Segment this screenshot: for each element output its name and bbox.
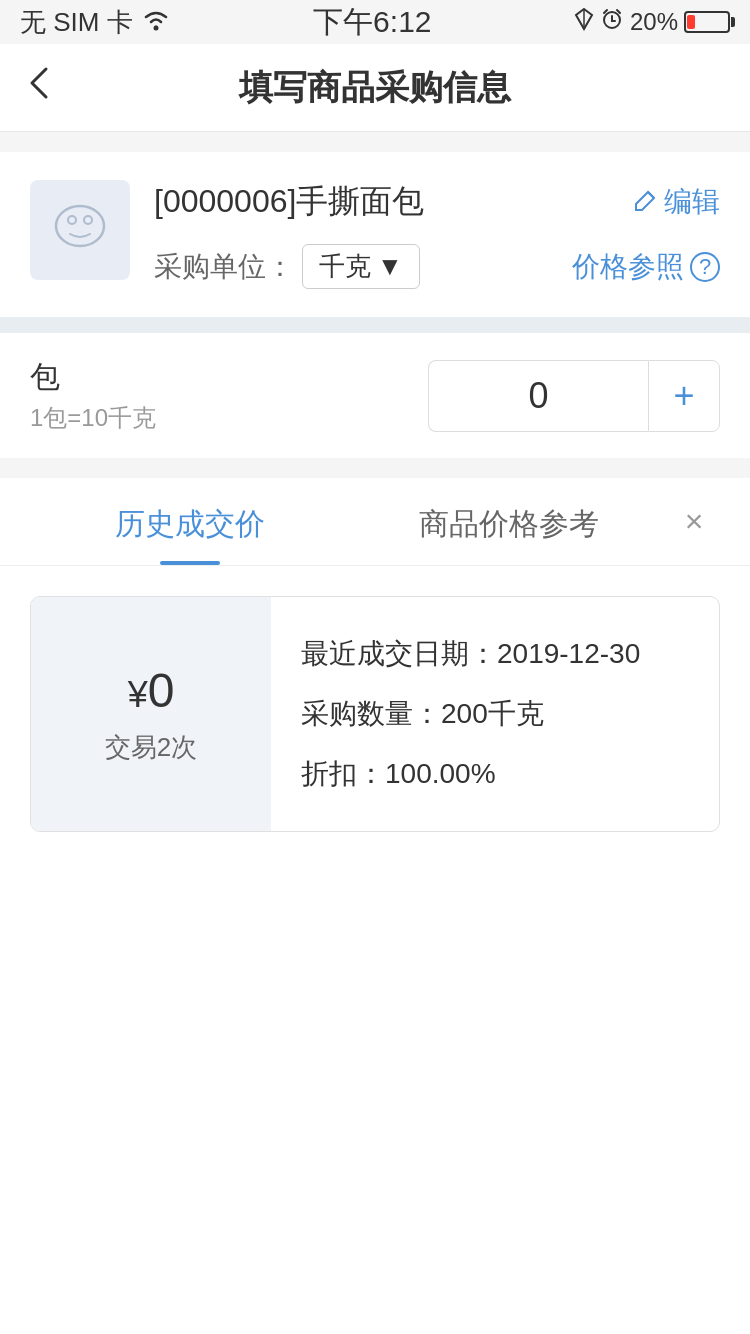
tab-content: ¥0 交易2次 最近成交日期：2019-12-30 采购数量：200千克 折扣：… [0, 566, 750, 862]
purchase-qty-row: 采购数量：200千克 [301, 693, 689, 735]
history-price: ¥0 [128, 663, 175, 718]
bottom-space [0, 862, 750, 1334]
quantity-input-block: + [428, 360, 720, 432]
history-trades: 交易2次 [105, 730, 197, 765]
product-info: [0000006]手撕面包 编辑 采购单位： 千克 ▼ 价格参照 ? [154, 180, 720, 289]
discount-label: 折扣： [301, 758, 385, 789]
page-title: 填写商品采购信息 [239, 65, 511, 111]
location-icon [574, 7, 594, 37]
back-button[interactable] [28, 65, 50, 110]
recent-date-row: 最近成交日期：2019-12-30 [301, 633, 689, 675]
unit-value: 千克 [319, 249, 371, 284]
history-card: ¥0 交易2次 最近成交日期：2019-12-30 采购数量：200千克 折扣：… [30, 596, 720, 832]
tabs-section: 历史成交价 商品价格参考 × ¥0 交易2次 最近成交日期：2019-12-30… [0, 478, 750, 862]
tabs-header: 历史成交价 商品价格参考 × [0, 478, 750, 566]
price-value: 0 [148, 664, 175, 717]
battery-fill [687, 15, 695, 29]
recent-date-value: 2019-12-30 [497, 638, 640, 669]
help-icon: ? [690, 252, 720, 282]
price-ref-label: 价格参照 [572, 248, 684, 286]
svg-point-3 [68, 216, 76, 224]
discount-value: 100.00% [385, 758, 496, 789]
wifi-icon [141, 7, 171, 38]
quantity-row: 包 1包=10千克 + [0, 333, 750, 458]
svg-point-0 [153, 25, 158, 30]
quantity-unit: 包 [30, 357, 156, 398]
purchase-qty-label: 采购数量： [301, 698, 441, 729]
status-right: 20% [574, 7, 730, 37]
svg-point-4 [84, 216, 92, 224]
status-left: 无 SIM 卡 [20, 5, 171, 40]
tab-price-reference[interactable]: 商品价格参考 [349, 478, 668, 565]
quantity-input[interactable] [428, 360, 648, 432]
purchase-unit-label: 采购单位： [154, 248, 294, 286]
edit-label: 编辑 [664, 183, 720, 221]
product-name: [0000006]手撕面包 [154, 180, 424, 224]
history-card-right: 最近成交日期：2019-12-30 采购数量：200千克 折扣：100.00% [271, 597, 719, 831]
price-symbol: ¥ [128, 674, 148, 715]
status-bar: 无 SIM 卡 下午6:12 20% [0, 0, 750, 44]
product-thumb-icon [50, 196, 110, 265]
quantity-plus-button[interactable]: + [648, 360, 720, 432]
price-ref-button[interactable]: 价格参照 ? [572, 248, 720, 286]
discount-row: 折扣：100.00% [301, 753, 689, 795]
quantity-label-block: 包 1包=10千克 [30, 357, 156, 434]
unit-dropdown-arrow: ▼ [377, 251, 403, 282]
product-card: [0000006]手撕面包 编辑 采购单位： 千克 ▼ 价格参照 ? [0, 152, 750, 317]
tab-history-price[interactable]: 历史成交价 [30, 478, 349, 565]
product-top-row: [0000006]手撕面包 编辑 [154, 180, 720, 224]
edit-icon [632, 188, 660, 216]
tabs-close-button[interactable]: × [668, 496, 720, 548]
alarm-icon [600, 7, 624, 37]
battery-percent: 20% [630, 8, 678, 36]
recent-date-label: 最近成交日期： [301, 638, 497, 669]
svg-point-2 [56, 206, 104, 246]
purchase-qty-value: 200千克 [441, 698, 544, 729]
section-divider [0, 317, 750, 333]
nav-bar: 填写商品采购信息 [0, 44, 750, 132]
battery-icon [684, 11, 730, 33]
history-card-left: ¥0 交易2次 [31, 597, 271, 831]
edit-button[interactable]: 编辑 [632, 183, 720, 221]
quantity-conversion: 1包=10千克 [30, 402, 156, 434]
product-thumbnail [30, 180, 130, 280]
status-time: 下午6:12 [313, 2, 431, 43]
carrier-text: 无 SIM 卡 [20, 5, 133, 40]
unit-select[interactable]: 千克 ▼ [302, 244, 420, 289]
purchase-unit-row: 采购单位： 千克 ▼ 价格参照 ? [154, 244, 720, 289]
